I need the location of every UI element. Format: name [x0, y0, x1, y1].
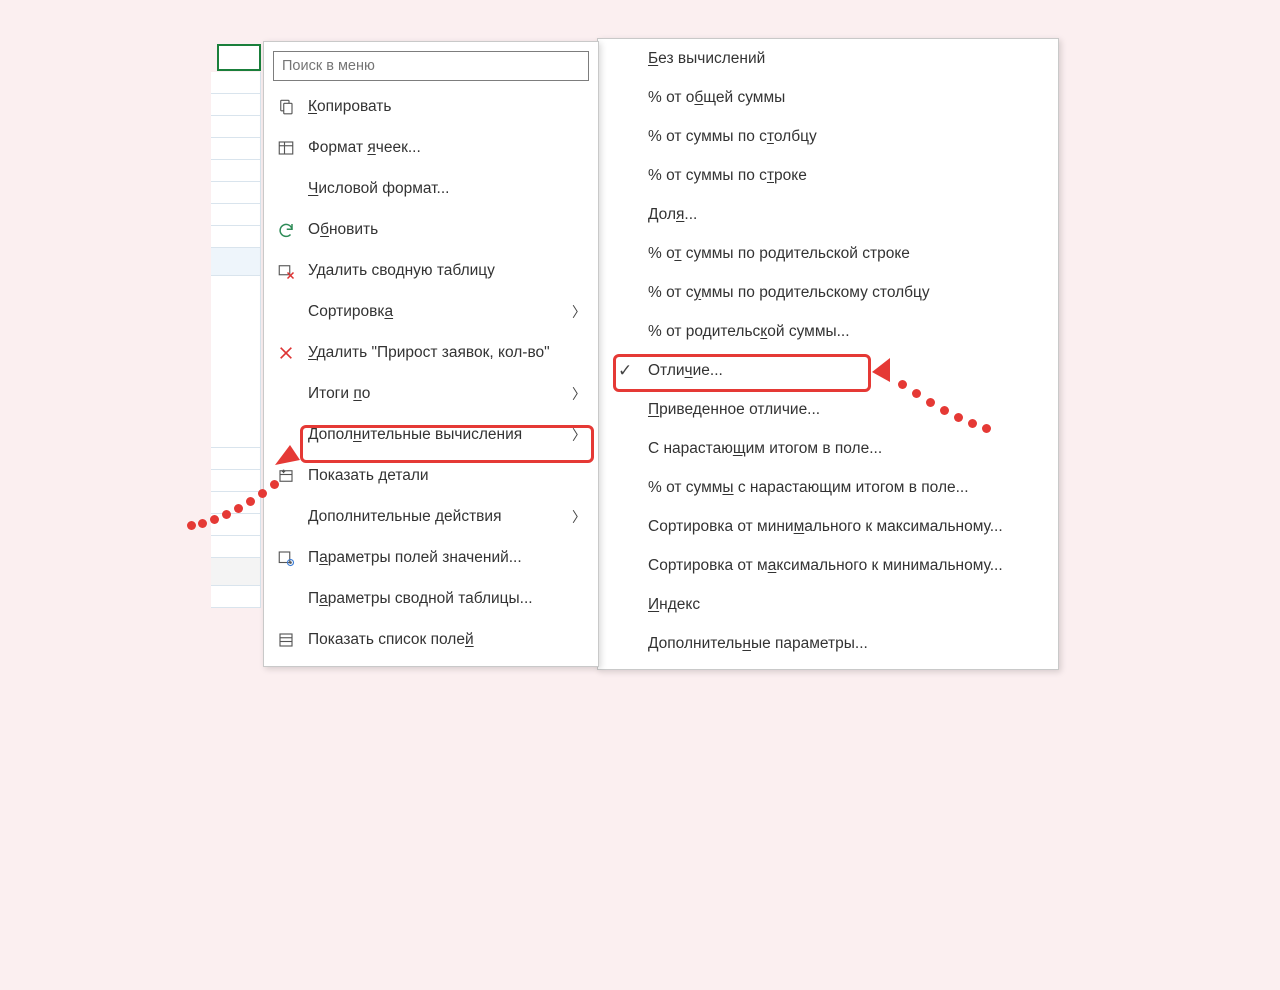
- sub-label: % от суммы по родительскому столбцу: [648, 284, 930, 302]
- spreadsheet-sliver: [211, 44, 261, 608]
- sub-label: % от родительской суммы...: [648, 323, 850, 341]
- menu-item-show-field-list[interactable]: Показать список полей Показать список по…: [264, 619, 598, 660]
- cell-row[interactable]: [211, 94, 261, 116]
- sub-item-pct-grand-total[interactable]: % от общей суммы% от общей суммы: [598, 78, 1058, 117]
- menu-label: Сортировка: [308, 303, 572, 321]
- sub-label: % от общей суммы: [648, 89, 785, 107]
- menu-label: Показать список полей: [308, 631, 588, 649]
- cell-row[interactable]: [211, 72, 261, 94]
- menu-item-totals-by[interactable]: Итоги по Итоги по 〉: [264, 373, 598, 414]
- sub-item-sort-min-max[interactable]: Сортировка от минимального к максимально…: [598, 507, 1058, 546]
- selected-cell[interactable]: [217, 44, 261, 71]
- sub-item-pct-parent-total[interactable]: % от родительской суммы...% от родительс…: [598, 312, 1058, 351]
- sub-label: С нарастающим итогом в поле...: [648, 440, 882, 458]
- cell-row[interactable]: [211, 160, 261, 182]
- sub-label: Отличие...: [648, 362, 723, 380]
- sub-item-pct-column-total[interactable]: % от суммы по столбцу% от суммы по столб…: [598, 117, 1058, 156]
- menu-item-number-format[interactable]: Числовой формат... Числовой формат...: [264, 168, 598, 209]
- cell-row[interactable]: [211, 558, 261, 586]
- menu-label: Дополнительные действия: [308, 508, 572, 526]
- sub-item-pct-parent-column[interactable]: % от суммы по родительскому столбцу% от …: [598, 273, 1058, 312]
- calculations-submenu: Без вычисленийБез вычислений % от общей …: [597, 38, 1059, 670]
- cell-row[interactable]: [211, 116, 261, 138]
- chevron-right-icon: 〉: [572, 425, 586, 445]
- menu-item-delete-pivot-table[interactable]: Удалить сводную таблицу: [264, 250, 598, 291]
- sub-label: % от суммы по родительской строке: [648, 245, 910, 263]
- sub-item-pct-running-total[interactable]: % от суммы с нарастающим итогом в поле..…: [598, 468, 1058, 507]
- chevron-right-icon: 〉: [572, 507, 586, 527]
- show-details-icon: +: [264, 467, 308, 485]
- sub-item-additional-params[interactable]: Дополнительные параметры...Дополнительны…: [598, 624, 1058, 663]
- sub-label: % от суммы с нарастающим итогом в поле..…: [648, 479, 969, 497]
- delete-x-icon: [264, 345, 308, 361]
- cell-row[interactable]: [211, 586, 261, 608]
- format-cells-icon: [264, 139, 308, 157]
- delete-table-icon: [264, 262, 308, 280]
- menu-label: Формат ячеек...: [308, 139, 588, 157]
- menu-item-value-field-settings[interactable]: Параметры полей значений... Параметры по…: [264, 537, 598, 578]
- cell-row[interactable]: [211, 204, 261, 226]
- menu-label: Итоги по: [308, 385, 572, 403]
- sub-label: % от суммы по столбцу: [648, 128, 817, 146]
- menu-label: Показать детали: [308, 467, 588, 485]
- sub-item-pct-row-total[interactable]: % от суммы по строке% от суммы по строке: [598, 156, 1058, 195]
- svg-text:+: +: [282, 469, 285, 474]
- menu-item-copy[interactable]: ККопироватьопировать: [264, 86, 598, 127]
- sub-label: % от суммы по строке: [648, 167, 807, 185]
- sub-item-difference[interactable]: ✓ Отличие...Отличие...: [598, 351, 1058, 390]
- cell-row[interactable]: [211, 536, 261, 558]
- check-icon: ✓: [618, 361, 632, 381]
- menu-item-sorting[interactable]: Сортировка Сортировка 〉: [264, 291, 598, 332]
- sub-item-share[interactable]: Доля...Доля...: [598, 195, 1058, 234]
- sub-item-index[interactable]: ИндексИндекс: [598, 585, 1058, 624]
- sub-label: Без вычислений: [648, 50, 765, 68]
- menu-label: ККопироватьопировать: [308, 98, 588, 116]
- menu-item-format-cells[interactable]: Формат ячеек... Формат ячеек...: [264, 127, 598, 168]
- cell-row[interactable]: [211, 448, 261, 470]
- sub-label: Сортировка от максимального к минимально…: [648, 557, 1003, 575]
- sub-item-normalized-diff[interactable]: Приведенное отличие...Приведенное отличи…: [598, 390, 1058, 429]
- menu-search-input[interactable]: [273, 51, 589, 81]
- field-list-icon: [264, 631, 308, 649]
- menu-item-refresh[interactable]: Обновить Обновить: [264, 209, 598, 250]
- copy-icon: [264, 98, 308, 116]
- menu-label: Параметры полей значений...: [308, 549, 588, 567]
- sub-label: Индекс: [648, 596, 700, 614]
- menu-search-wrap: [264, 42, 598, 86]
- menu-label: Обновить: [308, 221, 588, 239]
- cell-row[interactable]: [211, 226, 261, 248]
- cell-row[interactable]: [211, 514, 261, 536]
- menu-item-additional-calculations[interactable]: Дополнительные вычисления Дополнительные…: [264, 414, 598, 455]
- menu-item-show-details[interactable]: + Показать детали: [264, 455, 598, 496]
- sub-label: Дополнительные параметры...: [648, 635, 868, 653]
- sub-item-running-total[interactable]: С нарастающим итогом в поле...С нарастаю…: [598, 429, 1058, 468]
- cell-row[interactable]: [211, 426, 261, 448]
- sub-label: Приведенное отличие...: [648, 401, 820, 419]
- sub-item-sort-max-min[interactable]: Сортировка от максимального к минимально…: [598, 546, 1058, 585]
- cell-row[interactable]: [211, 138, 261, 160]
- sub-label: Сортировка от минимального к максимально…: [648, 518, 1003, 536]
- menu-label: Дополнительные вычисления: [308, 426, 572, 444]
- menu-label: Параметры сводной таблицы...: [308, 590, 588, 608]
- menu-item-pivot-table-options[interactable]: Параметры сводной таблицы... Параметры с…: [264, 578, 598, 619]
- cell-row[interactable]: [211, 470, 261, 492]
- menu-item-additional-actions[interactable]: Дополнительные действия Дополнительные д…: [264, 496, 598, 537]
- menu-item-delete-field[interactable]: Удалить "Прирост заявок, кол-во" Удалить…: [264, 332, 598, 373]
- refresh-icon: [264, 221, 308, 239]
- cell-row[interactable]: [211, 182, 261, 204]
- sub-item-no-calc[interactable]: Без вычисленийБез вычислений: [598, 39, 1058, 78]
- cell-row[interactable]: [211, 492, 261, 514]
- sub-label: Доля...: [648, 206, 697, 224]
- chevron-right-icon: 〉: [572, 302, 586, 322]
- context-menu: ККопироватьопировать Формат ячеек... Фор…: [263, 41, 599, 667]
- chevron-right-icon: 〉: [572, 384, 586, 404]
- field-settings-icon: [264, 549, 308, 567]
- menu-label: Числовой формат...: [308, 180, 588, 198]
- menu-label: Удалить сводную таблицу: [308, 262, 588, 280]
- cell-gap: [211, 276, 261, 426]
- sub-item-pct-parent-row[interactable]: % от суммы по родительской строке% от су…: [598, 234, 1058, 273]
- menu-label: Удалить "Прирост заявок, кол-во": [308, 344, 588, 362]
- cell-row[interactable]: [211, 248, 261, 276]
